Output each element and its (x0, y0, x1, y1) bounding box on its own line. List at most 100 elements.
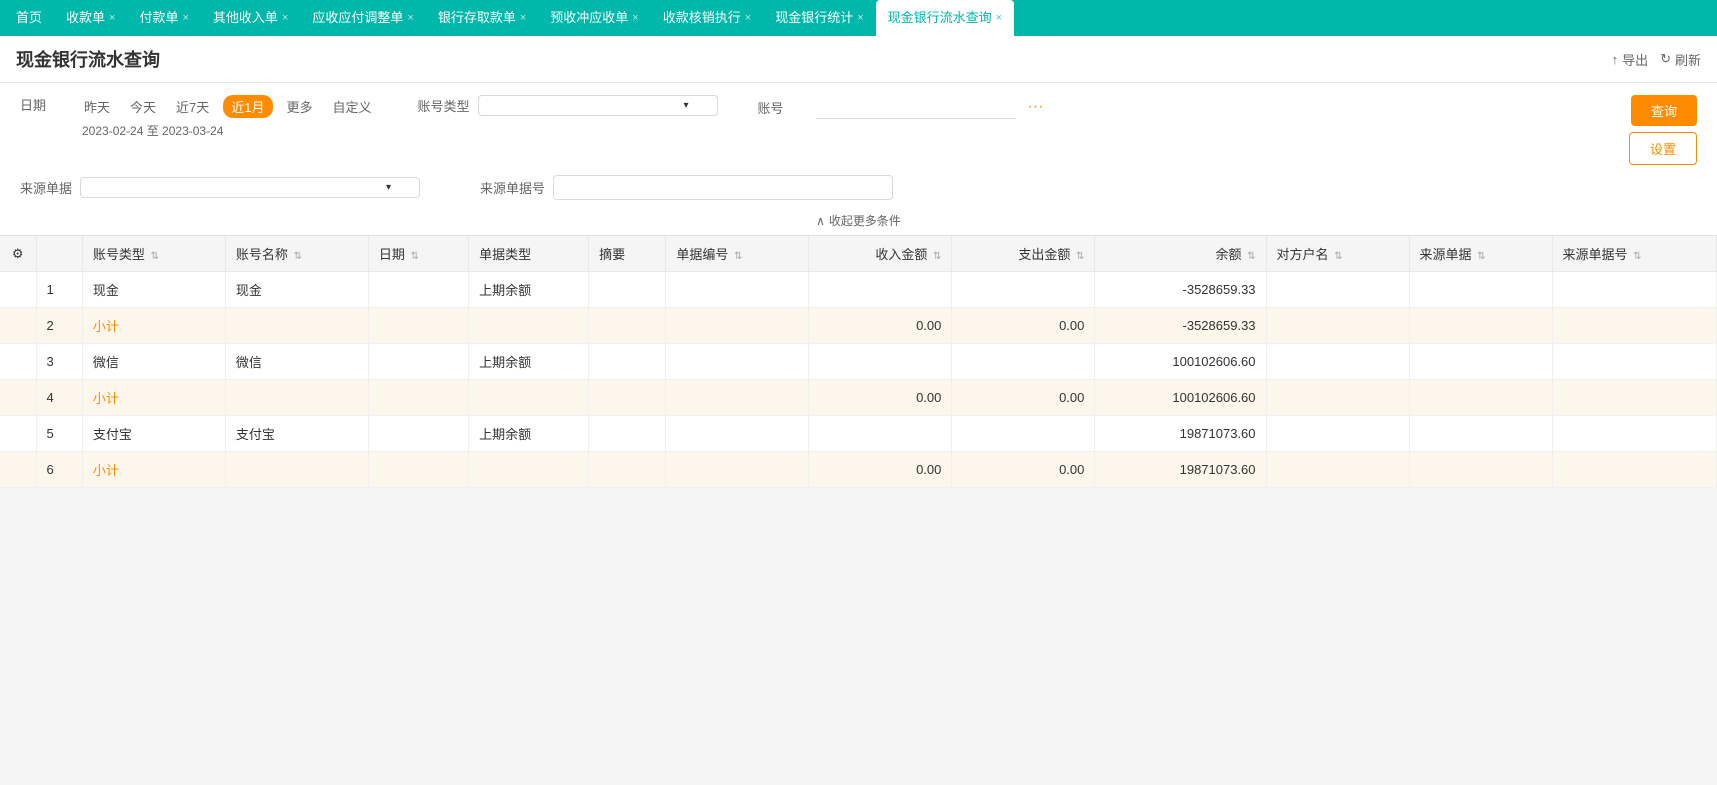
date-opt-custom[interactable]: 自定义 (327, 95, 378, 118)
th-counterpart[interactable]: 对方户名 ⇅ (1266, 236, 1409, 272)
table-header-row: ⚙ 账号类型 ⇅ 账号名称 ⇅ 日期 ⇅ 单据类型 (0, 236, 1717, 272)
date-opt-7days[interactable]: 近7天 (170, 95, 215, 118)
export-button[interactable]: ↑ 导出 (1612, 50, 1649, 69)
close-tab-8-icon[interactable]: × (996, 0, 1002, 36)
td-doc-no (666, 344, 809, 380)
td-source-doc-no (1552, 308, 1716, 344)
td-doc-no (666, 308, 809, 344)
table-container: ⚙ 账号类型 ⇅ 账号名称 ⇅ 日期 ⇅ 单据类型 (0, 236, 1717, 488)
td-income (809, 272, 952, 308)
td-index: 2 (36, 308, 82, 344)
close-tab-6-icon[interactable]: × (745, 0, 751, 36)
nav-tab-6[interactable]: 收款核销执行 × (651, 0, 763, 36)
td-source-doc-no (1552, 416, 1716, 452)
td-index: 1 (36, 272, 82, 308)
td-gear (0, 416, 36, 452)
td-balance: 100102606.60 (1095, 380, 1266, 416)
td-balance: 19871073.60 (1095, 452, 1266, 488)
close-tab-2-icon[interactable]: × (282, 0, 288, 36)
account-type-select[interactable]: ▾ (478, 95, 718, 116)
td-index: 5 (36, 416, 82, 452)
collapse-bar[interactable]: ∧ 收起更多条件 (20, 206, 1697, 235)
td-index: 3 (36, 344, 82, 380)
settings-button[interactable]: 设置 (1629, 132, 1697, 165)
th-balance[interactable]: 余额 ⇅ (1095, 236, 1266, 272)
query-button[interactable]: 查询 (1631, 95, 1697, 126)
table-row[interactable]: 1现金现金上期余额-3528659.33 (0, 272, 1717, 308)
nav-tab-3[interactable]: 应收应付调整单 × (300, 0, 425, 36)
th-doc-no[interactable]: 单据编号 ⇅ (666, 236, 809, 272)
td-account-type: 小计 (82, 452, 225, 488)
close-tab-3-icon[interactable]: × (407, 0, 413, 36)
td-account-name: 微信 (225, 344, 368, 380)
date-opt-more[interactable]: 更多 (281, 95, 319, 118)
gear-icon: ⚙ (12, 246, 24, 261)
td-source-doc-no (1552, 380, 1716, 416)
th-account-name[interactable]: 账号名称 ⇅ (225, 236, 368, 272)
td-gear (0, 308, 36, 344)
td-index: 6 (36, 452, 82, 488)
td-counterpart (1266, 416, 1409, 452)
refresh-icon: ↻ (1660, 51, 1671, 67)
td-account-name: 现金 (225, 272, 368, 308)
source-doc-label: 来源单据 (20, 178, 72, 197)
td-balance: 100102606.60 (1095, 344, 1266, 380)
close-tab-1-icon[interactable]: × (182, 0, 188, 36)
th-gear[interactable]: ⚙ (0, 236, 36, 272)
refresh-button[interactable]: ↻ 刷新 (1660, 50, 1701, 69)
date-opt-yesterday[interactable]: 昨天 (78, 95, 116, 118)
th-income[interactable]: 收入金额 ⇅ (809, 236, 952, 272)
account-input[interactable] (816, 95, 1016, 119)
source-doc-no-label: 来源单据号 (480, 178, 545, 197)
td-account-type: 支付宝 (82, 416, 225, 452)
close-tab-0-icon[interactable]: × (109, 0, 115, 36)
th-source-doc[interactable]: 来源单据 ⇅ (1409, 236, 1552, 272)
nav-tab-8[interactable]: 现金银行流水查询 × (876, 0, 1014, 36)
account-label: 账号 (758, 98, 808, 117)
td-date (368, 308, 468, 344)
th-date[interactable]: 日期 ⇅ (368, 236, 468, 272)
td-gear (0, 272, 36, 308)
nav-tab-4[interactable]: 银行存取款单 × (426, 0, 538, 36)
td-counterpart (1266, 452, 1409, 488)
date-opt-today[interactable]: 今天 (124, 95, 162, 118)
td-summary (589, 380, 666, 416)
th-index (36, 236, 82, 272)
table-row[interactable]: 4小计0.000.00100102606.60 (0, 380, 1717, 416)
td-source-doc (1409, 452, 1552, 488)
nav-home[interactable]: 首页 (4, 0, 54, 36)
table-row[interactable]: 5支付宝支付宝上期余额19871073.60 (0, 416, 1717, 452)
collapse-up-icon: ∧ (816, 214, 825, 228)
page-header: 现金银行流水查询 ↑ 导出 ↻ 刷新 (0, 36, 1717, 83)
sort-source-doc-no-icon: ⇅ (1633, 251, 1641, 262)
table-row[interactable]: 3微信微信上期余额100102606.60 (0, 344, 1717, 380)
th-doc-type: 单据类型 (469, 236, 589, 272)
td-doc-type (469, 380, 589, 416)
td-summary (589, 272, 666, 308)
td-expense (952, 272, 1095, 308)
account-type-label: 账号类型 (418, 96, 470, 115)
source-doc-no-input[interactable] (553, 175, 893, 200)
close-tab-5-icon[interactable]: × (632, 0, 638, 36)
td-expense: 0.00 (952, 308, 1095, 344)
nav-tab-7[interactable]: 现金银行统计 × (763, 0, 875, 36)
th-account-type[interactable]: 账号类型 ⇅ (82, 236, 225, 272)
nav-tab-2[interactable]: 其他收入单 × (201, 0, 300, 36)
source-doc-select[interactable]: ▾ (80, 177, 420, 198)
table-row[interactable]: 2小计0.000.00-3528659.33 (0, 308, 1717, 344)
date-opt-1month[interactable]: 近1月 (223, 95, 272, 118)
nav-tab-1[interactable]: 付款单 × (127, 0, 200, 36)
th-expense[interactable]: 支出金额 ⇅ (952, 236, 1095, 272)
nav-tab-0[interactable]: 收款单 × (54, 0, 127, 36)
close-tab-4-icon[interactable]: × (520, 0, 526, 36)
nav-tab-5[interactable]: 预收冲应收单 × (538, 0, 650, 36)
sort-counterpart-icon: ⇅ (1334, 251, 1342, 262)
table-row[interactable]: 6小计0.000.0019871073.60 (0, 452, 1717, 488)
th-source-doc-no[interactable]: 来源单据号 ⇅ (1552, 236, 1716, 272)
td-date (368, 272, 468, 308)
close-tab-7-icon[interactable]: × (857, 0, 863, 36)
td-doc-type (469, 452, 589, 488)
account-dots-button[interactable]: ··· (1024, 98, 1048, 116)
td-date (368, 452, 468, 488)
td-doc-type: 上期余额 (469, 416, 589, 452)
